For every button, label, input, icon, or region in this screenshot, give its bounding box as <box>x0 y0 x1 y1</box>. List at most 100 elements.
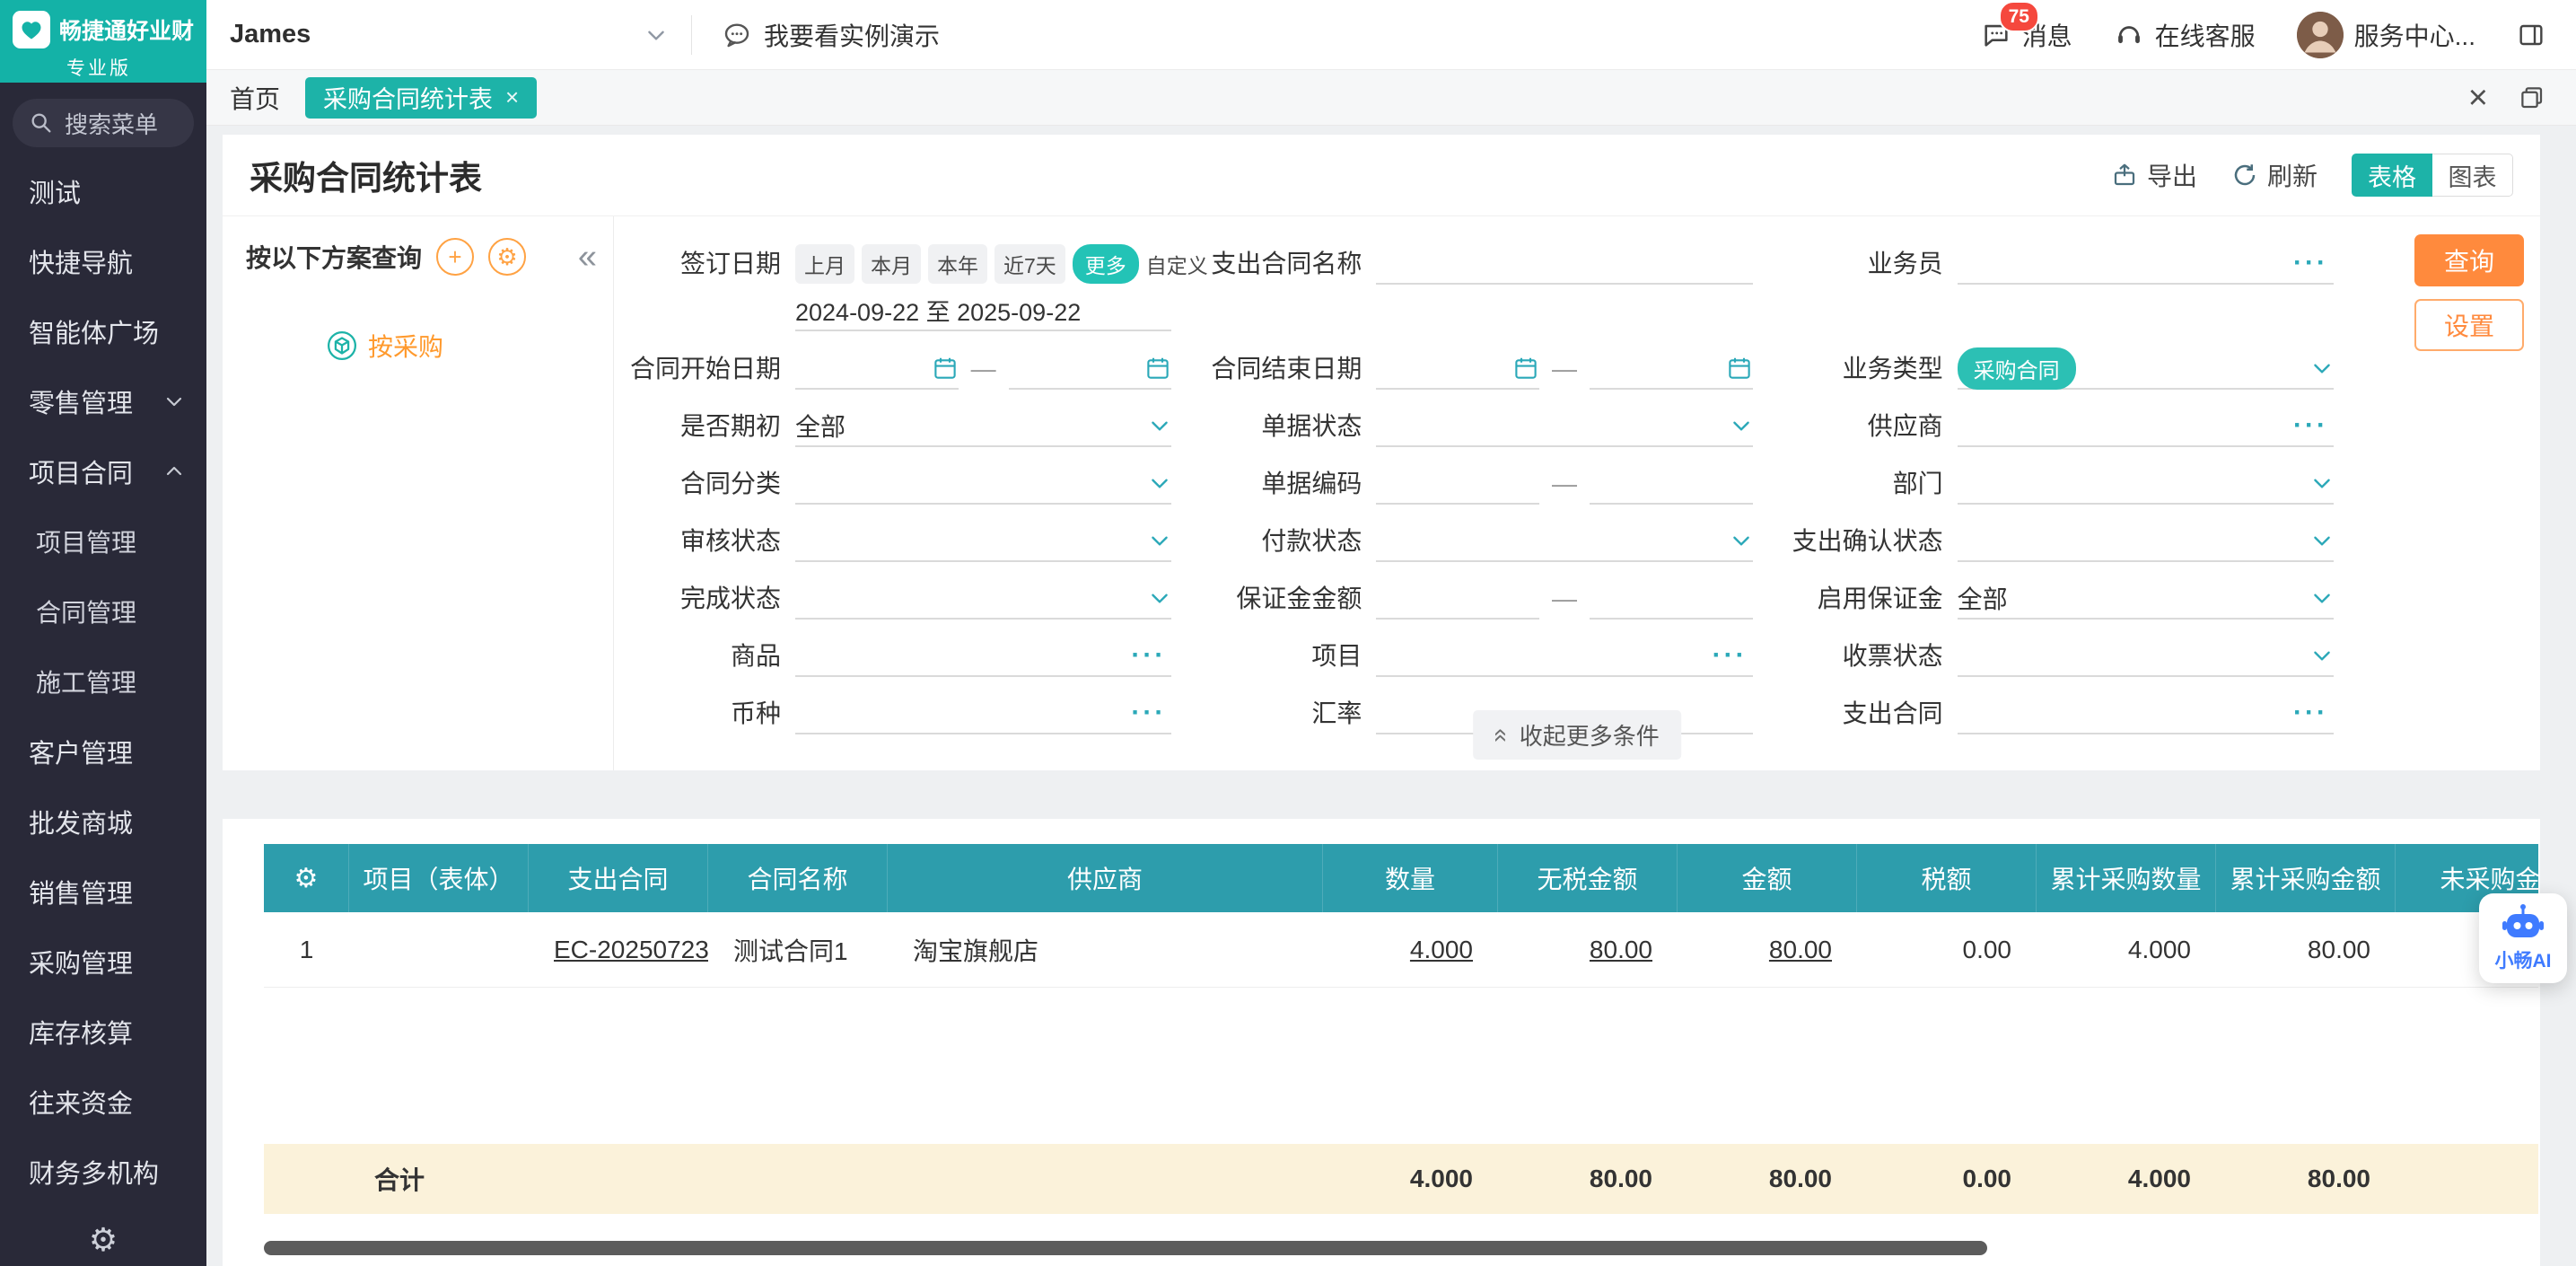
cell-link[interactable]: 80.00 <box>1590 936 1652 964</box>
column-header[interactable]: 数量 <box>1323 844 1498 912</box>
sidebar-item-label: 批发商城 <box>29 810 134 839</box>
column-header[interactable]: 税额 <box>1857 844 2037 912</box>
online-service-button[interactable]: 在线客服 <box>2114 17 2256 53</box>
sidebar-item[interactable]: 零售管理 <box>0 366 206 436</box>
sidebar-item[interactable]: 客户管理 <box>0 717 206 787</box>
column-header[interactable]: 合同名称 <box>708 844 888 912</box>
table-row[interactable]: 1 EC-20250723- 测试合同1 淘宝旗舰店 4.000 80.00 80.00 0.… <box>264 912 2538 988</box>
date-input-to[interactable] <box>1008 348 1172 390</box>
quick-date-chip[interactable]: 本年 <box>928 244 987 284</box>
range-input-to[interactable] <box>1590 578 1753 620</box>
ai-assistant-widget[interactable]: 小畅AI <box>2479 893 2567 983</box>
service-center-button[interactable]: 服务中心... <box>2296 11 2475 58</box>
select-input[interactable] <box>795 463 1172 505</box>
query-button[interactable]: 查询 <box>2414 234 2524 286</box>
settings-button[interactable]: 设置 <box>2414 299 2524 351</box>
select-input[interactable] <box>1957 521 2334 562</box>
select-input[interactable] <box>1957 463 2334 505</box>
select-input[interactable] <box>1376 521 1753 562</box>
sidebar-item[interactable]: 快捷导航 <box>0 226 206 296</box>
filter-field: — <box>1376 578 1788 620</box>
range-input-to[interactable] <box>1590 463 1753 505</box>
date-input-to[interactable] <box>1590 348 1753 390</box>
horizontal-scrollbar[interactable] <box>264 1241 1987 1255</box>
account-select[interactable]: James <box>206 0 691 69</box>
cell-link[interactable]: 80.00 <box>1769 936 1832 964</box>
sidebar-item[interactable]: 销售管理 <box>0 857 206 927</box>
view-chart-button[interactable]: 图表 <box>2432 154 2513 197</box>
range-input-from[interactable] <box>1376 578 1539 620</box>
restore-window-icon[interactable] <box>2519 84 2545 111</box>
panel-toggle-button[interactable] <box>2517 21 2545 49</box>
export-button[interactable]: 导出 <box>2111 157 2197 193</box>
sidebar: 畅捷通好业财 专业版 搜索菜单 测试 快捷导航 智能体广场 零售管理 项目合同 项目管理合… <box>0 0 206 1266</box>
quick-date-custom[interactable]: 自定义 <box>1146 249 1208 279</box>
sidebar-item[interactable]: 批发商城 <box>0 787 206 857</box>
sidebar-item[interactable]: 智能体广场 <box>0 296 206 366</box>
tab-home[interactable]: 首页 <box>230 80 280 116</box>
column-header[interactable]: 项目（表体） <box>349 844 529 912</box>
total-cell: 4.000 <box>2037 1144 2216 1214</box>
refresh-button[interactable]: 刷新 <box>2231 157 2318 193</box>
sidebar-item[interactable]: 测试 <box>0 156 206 226</box>
messages-button[interactable]: 75 消息 <box>1981 0 2072 53</box>
sidebar-search[interactable]: 搜索菜单 <box>13 99 194 147</box>
tab-active[interactable]: 采购合同统计表 × <box>305 76 538 119</box>
chevron-down-icon <box>2310 356 2334 380</box>
picker-input[interactable]: ··· <box>1957 406 2334 447</box>
quick-date-more-pill[interactable]: 更多 <box>1072 244 1139 284</box>
column-header[interactable]: 累计采购数量 <box>2037 844 2216 912</box>
collapse-panel-icon[interactable]: « <box>578 240 597 274</box>
text-input[interactable] <box>1376 243 1753 285</box>
sidebar-item[interactable]: 项目管理 <box>0 506 206 576</box>
select-input[interactable] <box>795 521 1172 562</box>
query-plan-item[interactable]: 按采购 <box>327 328 597 364</box>
column-header[interactable]: 支出合同 <box>529 844 708 912</box>
sidebar-item[interactable]: 施工管理 <box>0 646 206 717</box>
quick-date-chip[interactable]: 近7天 <box>994 244 1065 284</box>
total-cell <box>708 1144 888 1214</box>
picker-input[interactable]: ··· <box>795 636 1172 677</box>
column-header[interactable]: 金额 <box>1678 844 1857 912</box>
calendar-icon <box>1512 355 1539 382</box>
plan-settings-button[interactable]: ⚙ <box>488 238 527 276</box>
cell-link[interactable]: EC-20250723- <box>554 936 708 964</box>
date-input-from[interactable] <box>1376 348 1539 390</box>
select-input[interactable] <box>795 578 1172 620</box>
column-header[interactable]: 累计采购金额 <box>2216 844 2396 912</box>
view-table-button[interactable]: 表格 <box>2352 154 2432 197</box>
select-input[interactable]: 全部 <box>795 406 1172 447</box>
sidebar-item[interactable]: 往来资金 <box>0 1067 206 1137</box>
sidebar-item[interactable]: 合同管理 <box>0 576 206 646</box>
sidebar-settings-button[interactable]: ⚙ <box>0 1212 206 1266</box>
date-input-from[interactable] <box>795 348 959 390</box>
picker-input[interactable]: ··· <box>795 693 1172 734</box>
sidebar-item[interactable]: 库存核算 <box>0 997 206 1067</box>
picker-input[interactable]: ··· <box>1957 693 2334 734</box>
picker-input[interactable]: ··· <box>1376 636 1753 677</box>
quick-date-chip[interactable]: 上月 <box>795 244 854 284</box>
sidebar-item-label: 快捷导航 <box>29 250 134 278</box>
select-input[interactable]: 采购合同 <box>1957 347 2334 390</box>
select-input[interactable] <box>1957 636 2334 677</box>
select-input[interactable] <box>1376 406 1753 447</box>
tab-close-icon[interactable]: × <box>505 84 519 111</box>
column-settings-header[interactable]: ⚙ <box>264 844 349 912</box>
add-plan-button[interactable]: + <box>436 238 475 276</box>
range-input-from[interactable] <box>1376 463 1539 505</box>
close-icon[interactable]: × <box>2468 81 2488 115</box>
filter-card: 按以下方案查询 + ⚙ « 按采购 签订日期 上月 本月 本年 近7天 更多 自定义 2024… <box>223 215 2540 770</box>
table-cell: 4.000 <box>1323 912 1498 987</box>
quick-date-chip[interactable]: 本月 <box>862 244 921 284</box>
sidebar-item[interactable]: 财务多机构 <box>0 1137 206 1207</box>
sidebar-item[interactable]: 采购管理 <box>0 927 206 997</box>
picker-input[interactable]: ··· <box>1957 243 2334 285</box>
column-header[interactable]: 无税金额 <box>1498 844 1678 912</box>
date-range-field[interactable]: 2024-09-22 至 2025-09-22 <box>795 290 1172 331</box>
collapse-conditions-button[interactable]: « 收起更多条件 <box>1473 710 1681 760</box>
column-header[interactable]: 供应商 <box>888 844 1323 912</box>
cell-link[interactable]: 4.000 <box>1410 936 1473 964</box>
sidebar-item[interactable]: 项目合同 <box>0 436 206 506</box>
select-input[interactable]: 全部 <box>1957 578 2334 620</box>
demo-link[interactable]: 我要看实例演示 <box>723 17 940 53</box>
